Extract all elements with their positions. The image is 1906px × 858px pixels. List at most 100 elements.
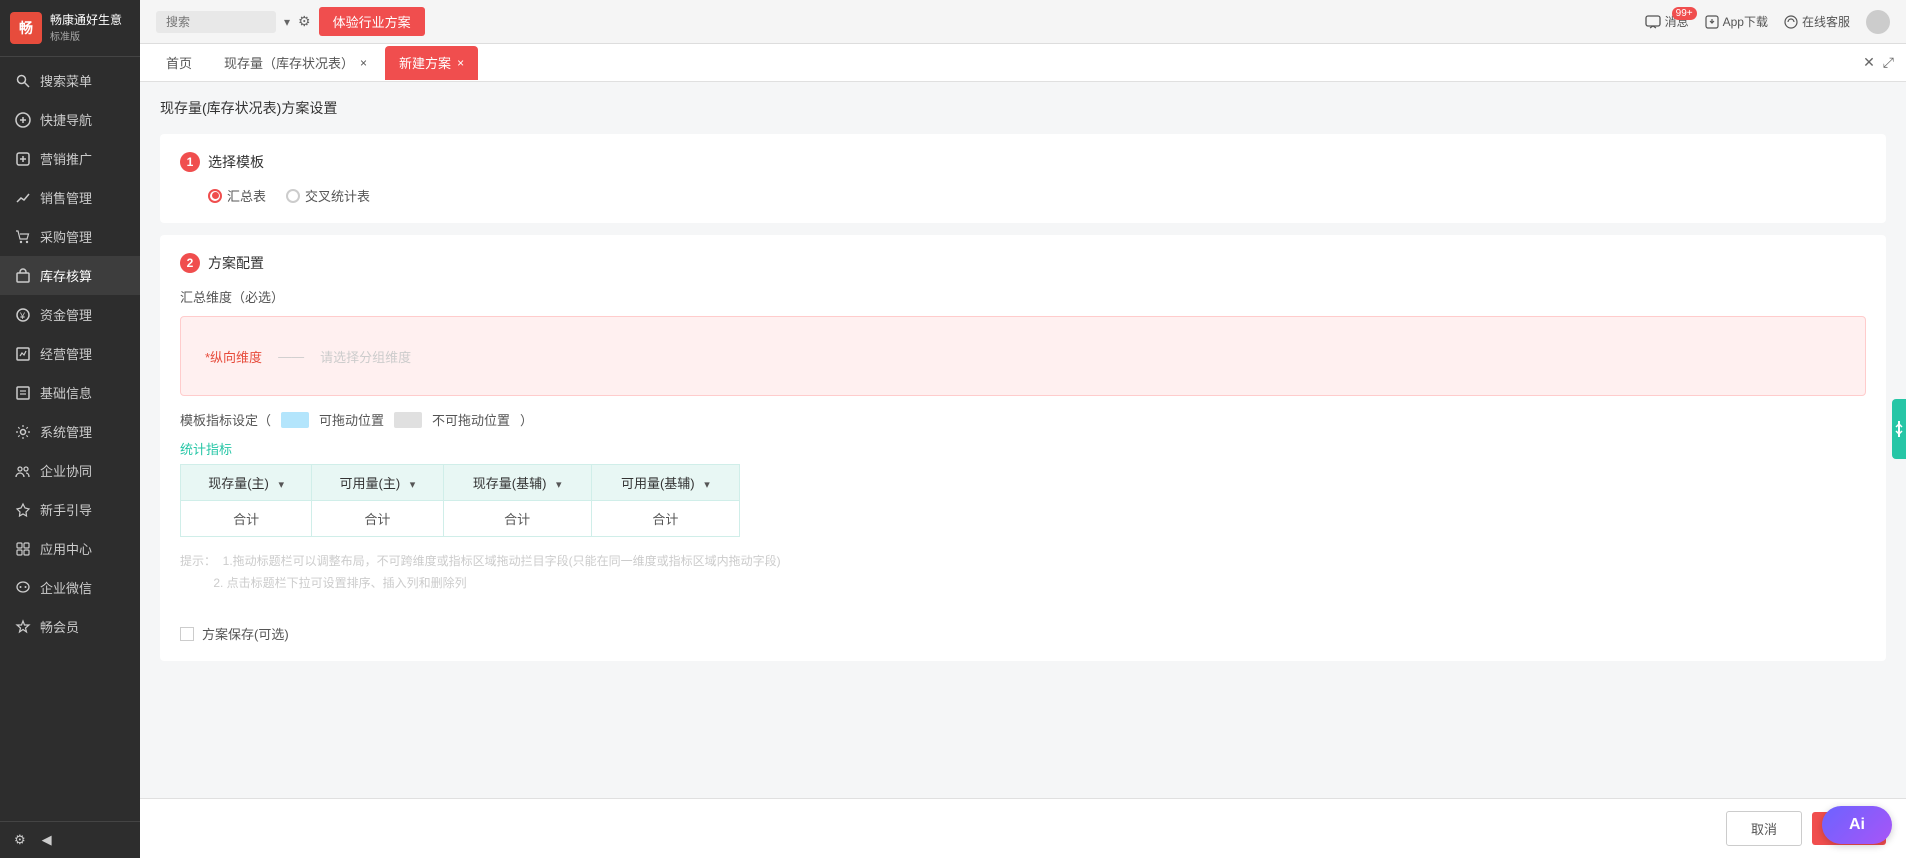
collapse-icon[interactable]: ◀ [42,832,52,848]
sidebar-item-member[interactable]: 畅会员 [0,607,140,646]
sidebar-item-finance[interactable]: ¥ 资金管理 [0,295,140,334]
trial-button[interactable]: 体验行业方案 [319,7,425,36]
bottom-bar: 取消 查询 [140,798,1906,858]
section1-card: 1 选择模板 汇总表 交叉统计表 [160,134,1886,223]
tab-new-plan-close[interactable]: × [457,56,464,70]
stats-data-row: 合计 合计 合计 合计 [181,501,740,537]
stats-section: 统计指标 现存量(主) ▾ 可用量(主) ▾ [180,439,1866,537]
sales-icon [14,189,32,207]
app-center-icon [14,540,32,558]
section2-card: 2 方案配置 汇总维度（必选） *纵向维度 —— 请选择分组维度 模板指标设定（… [160,235,1886,661]
sidebar-item-operations[interactable]: 经营管理 [0,334,140,373]
col-header-3[interactable]: 可用量(基辅) ▾ [591,465,739,501]
col-header-1[interactable]: 可用量(主) ▾ [312,465,443,501]
ai-button[interactable]: Ai [1822,806,1892,844]
topbar: ▾ ⚙ 体验行业方案 消息 99+ App下载 在线客服 [140,0,1906,44]
tab-inventory-status[interactable]: 现存量（库存状况表） × [210,46,381,80]
sidebar-item-label: 企业微信 [40,578,92,597]
sidebar-item-purchase[interactable]: 采购管理 [0,217,140,256]
message-button[interactable]: 消息 99+ [1645,13,1689,30]
dimension-area[interactable]: *纵向维度 —— 请选择分组维度 [180,316,1866,396]
gear-icon[interactable]: ⚙ [298,13,311,30]
tab-expand-icon[interactable]: ⤢ [1883,54,1894,71]
system-icon [14,423,32,441]
col-summary-1: 合计 [312,501,443,537]
sidebar-item-inventory[interactable]: 库存核算 [0,256,140,295]
sidebar-item-new-guide[interactable]: 新手引导 [0,490,140,529]
cancel-button[interactable]: 取消 [1726,811,1802,846]
section2-num: 2 [180,253,200,273]
tabbar: 首页 现存量（库存状况表） × 新建方案 × ✕ ⤢ [140,44,1906,82]
online-service-button[interactable]: 在线客服 [1784,13,1850,30]
basic-info-icon [14,384,32,402]
radio-crosstab[interactable]: 交叉统计表 [286,186,370,205]
avatar [1866,10,1890,34]
fixed-badge [394,412,422,428]
cooperation-icon [14,462,32,480]
app-logo: 畅 畅康通好生意 标准版 [0,0,140,57]
sidebar-item-label: 畅会员 [40,617,79,636]
sidebar-item-cooperation[interactable]: 企业协同 [0,451,140,490]
tab-close-all-icon[interactable]: ✕ [1863,54,1875,71]
message-icon [1645,14,1661,30]
page-title: 现存量(库存状况表)方案设置 [160,98,1886,118]
tab-inventory-close[interactable]: × [360,56,367,70]
tab-home[interactable]: 首页 [152,46,206,80]
sidebar-item-basic-info[interactable]: 基础信息 [0,373,140,412]
app-download-icon [1705,15,1719,29]
topbar-left: ▾ ⚙ 体验行业方案 [156,7,425,36]
section2-title: 方案配置 [208,253,264,273]
right-edge-button[interactable] [1892,399,1906,459]
finance-icon: ¥ [14,306,32,324]
dropdown-icon[interactable]: ▾ [284,15,290,29]
main-area: ▾ ⚙ 体验行业方案 消息 99+ App下载 在线客服 [140,0,1906,858]
quick-nav-icon [14,111,32,129]
user-profile[interactable] [1866,10,1890,34]
sidebar-item-marketing[interactable]: 营销推广 [0,139,140,178]
search-menu-icon [14,72,32,90]
sidebar-item-search-menu[interactable]: 搜索菜单 [0,61,140,100]
col-summary-0: 合计 [181,501,312,537]
save-option-label: 方案保存(可选) [202,624,289,643]
sidebar-item-label: 库存核算 [40,266,92,285]
radio-summary[interactable]: 汇总表 [208,186,266,205]
col-header-0[interactable]: 现存量(主) ▾ [181,465,312,501]
sidebar-item-enterprise-wechat[interactable]: 企业微信 [0,568,140,607]
tip-2: 2. 点击标题栏下拉可设置排序、插入列和删除列 [180,573,1866,595]
radio-crosstab-btn[interactable] [286,189,300,203]
template-options: 汇总表 交叉统计表 [208,186,1866,205]
search-input[interactable] [156,11,276,33]
sidebar-item-quick-nav[interactable]: 快捷导航 [0,100,140,139]
inventory-icon [14,267,32,285]
topbar-right: 消息 99+ App下载 在线客服 [1645,10,1890,34]
col-dropdown-1[interactable]: ▾ [410,479,416,491]
sidebar-nav: 搜索菜单 快捷导航 营销推广 销售管理 采购管理 [0,57,140,821]
tab-new-plan[interactable]: 新建方案 × [385,46,478,80]
sidebar-item-label: 采购管理 [40,227,92,246]
sidebar-item-app-center[interactable]: 应用中心 [0,529,140,568]
dimension-dash: —— [278,349,304,364]
enterprise-wechat-icon [14,579,32,597]
dimension-label: *纵向维度 [205,347,262,366]
col-header-2[interactable]: 现存量(基辅) ▾ [443,465,591,501]
ai-label: Ai [1849,816,1865,834]
col-header-label-3: 可用量(基辅) [621,476,695,491]
app-download-button[interactable]: App下载 [1705,13,1768,30]
sidebar-item-sales[interactable]: 销售管理 [0,178,140,217]
col-dropdown-0[interactable]: ▾ [279,479,285,491]
member-icon [14,618,32,636]
col-dropdown-2[interactable]: ▾ [556,479,562,491]
section2-header: 2 方案配置 [180,253,1866,273]
radio-summary-btn[interactable] [208,189,222,203]
col-dropdown-3[interactable]: ▾ [704,479,710,491]
sidebar-item-label: 基础信息 [40,383,92,402]
tab-new-plan-label: 新建方案 [399,53,451,72]
save-checkbox[interactable] [180,627,194,641]
settings-icon[interactable]: ⚙ [14,832,26,848]
sidebar-item-label: 系统管理 [40,422,92,441]
right-edge-icon [1895,419,1903,439]
indicator-settings-label: 模板指标设定（ [180,410,271,429]
section1-header: 1 选择模板 [180,152,1866,172]
sidebar-item-system[interactable]: 系统管理 [0,412,140,451]
dimension-title: 汇总维度（必选） [180,287,1866,306]
